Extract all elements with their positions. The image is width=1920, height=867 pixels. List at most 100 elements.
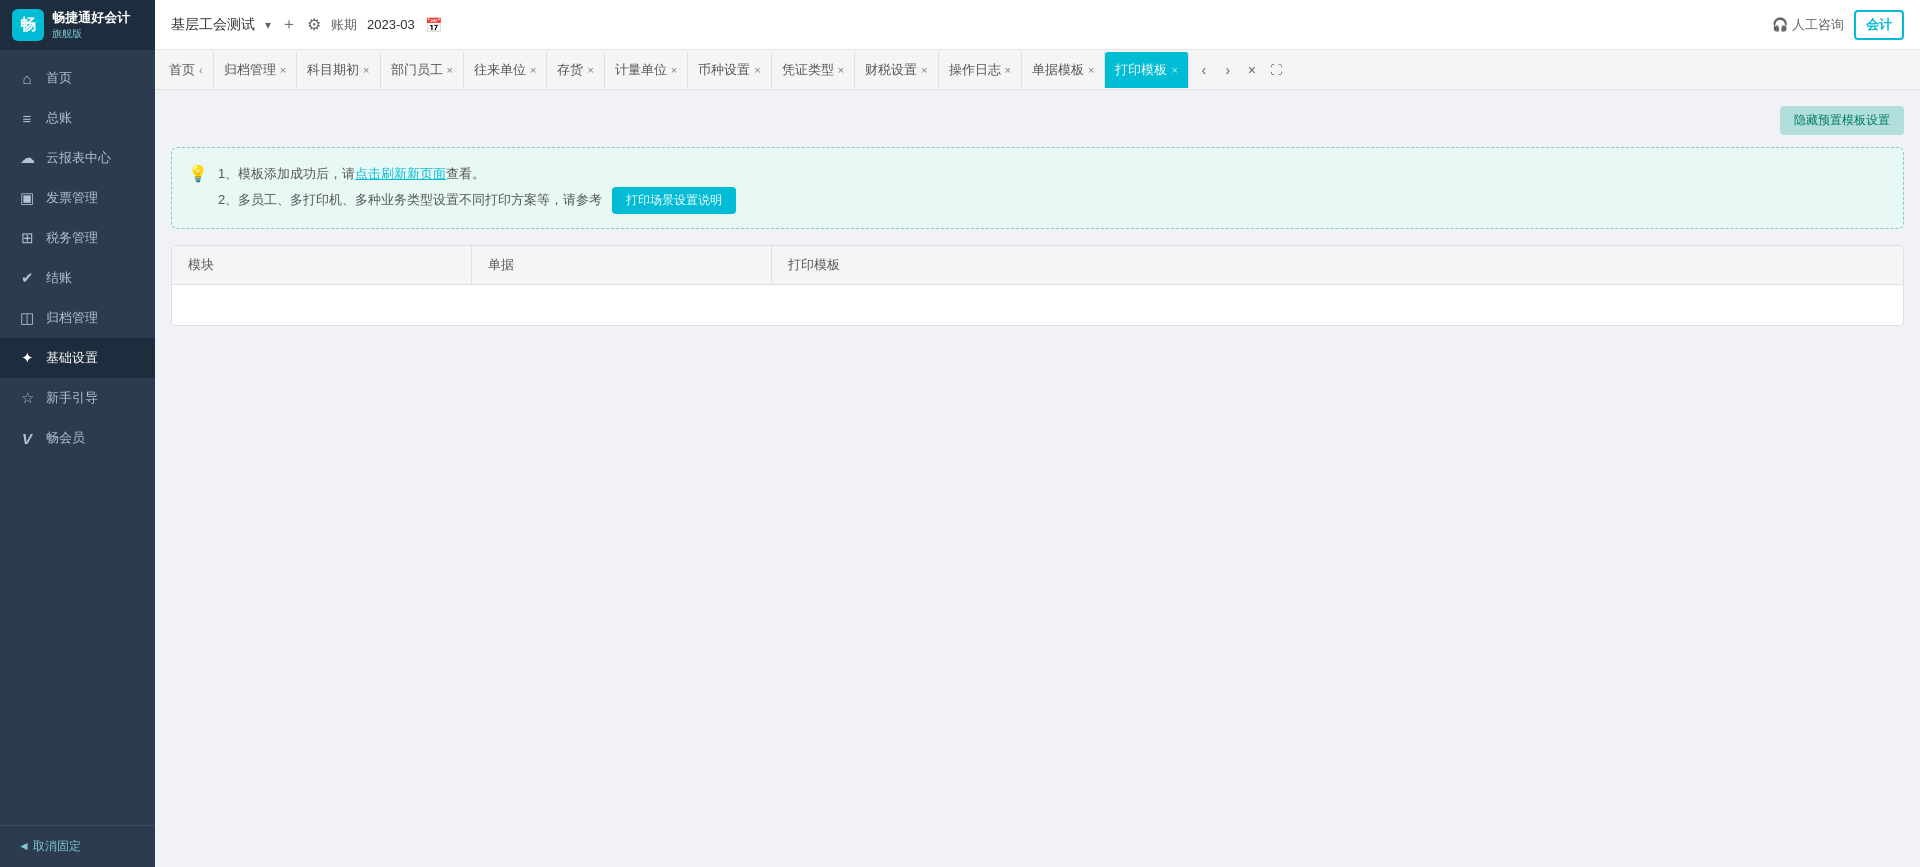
sidebar-item-label: 新手引导	[46, 389, 98, 407]
tab-currency-close[interactable]: ×	[754, 64, 760, 76]
sidebar-item-label: 归档管理	[46, 309, 98, 327]
checkout-icon: ✔	[18, 269, 36, 287]
th-document: 单据	[472, 246, 772, 284]
info-line1-link[interactable]: 点击刷新新页面	[355, 166, 446, 181]
cloud-icon: ☁	[18, 149, 36, 167]
sidebar-item-ledger[interactable]: ≡ 总账	[0, 98, 155, 138]
sidebar-item-reports[interactable]: ☁ 云报表中心	[0, 138, 155, 178]
print-scene-button[interactable]: 打印场景设置说明	[612, 187, 736, 214]
sidebar-item-label: 总账	[46, 109, 72, 127]
table-header: 模块 单据 打印模板	[172, 246, 1903, 285]
tab-finance-close[interactable]: ×	[921, 64, 927, 76]
sidebar-item-settings[interactable]: ✦ 基础设置	[0, 338, 155, 378]
tab-oplog[interactable]: 操作日志 ×	[939, 52, 1022, 88]
sidebar-item-label: 税务管理	[46, 229, 98, 247]
hide-preview-button[interactable]: 隐藏预置模板设置	[1780, 106, 1904, 135]
tab-home[interactable]: 首页 ‹	[159, 52, 214, 88]
logo-subtitle: 旗舰版	[52, 27, 130, 41]
tab-voucher[interactable]: 凭证类型 ×	[772, 52, 855, 88]
logo-text: 畅捷通好会计 旗舰版	[52, 9, 130, 41]
member-icon: V	[18, 430, 36, 447]
sidebar: 畅 畅捷通好会计 旗舰版 ⌂ 首页 ≡ 总账 ☁ 云报表中心 ▣ 发票管理 ⊞ …	[0, 0, 155, 867]
tab-dept[interactable]: 部门员工 ×	[381, 52, 464, 88]
guide-icon: ☆	[18, 389, 36, 407]
tab-label: 币种设置	[698, 61, 750, 79]
sidebar-item-checkout[interactable]: ✔ 结账	[0, 258, 155, 298]
home-icon: ⌂	[18, 70, 36, 87]
sidebar-item-label: 首页	[46, 69, 72, 87]
company-dropdown-icon[interactable]: ▾	[265, 18, 271, 32]
tab-archive-close[interactable]: ×	[280, 64, 286, 76]
tab-unit-close[interactable]: ×	[671, 64, 677, 76]
tab-currency[interactable]: 币种设置 ×	[688, 52, 771, 88]
tab-printtemplate-close[interactable]: ×	[1171, 64, 1177, 76]
info-line2: 2、多员工、多打印机、多种业务类型设置不同打印方案等，请参考 打印场景设置说明	[218, 187, 736, 214]
tab-unit[interactable]: 计量单位 ×	[605, 52, 688, 88]
invoice-icon: ▣	[18, 189, 36, 207]
tab-close-all-button[interactable]: ×	[1241, 52, 1263, 88]
sidebar-item-label: 发票管理	[46, 189, 98, 207]
tab-singledoc[interactable]: 单据模板 ×	[1022, 52, 1105, 88]
company-name: 基层工会测试	[171, 16, 255, 34]
topbar-right: 🎧 人工咨询 会计	[1772, 10, 1904, 40]
tab-next-button[interactable]: ›	[1217, 52, 1239, 88]
period-label: 账期	[331, 16, 357, 34]
kuaiji-button[interactable]: 会计	[1854, 10, 1904, 40]
ledger-icon: ≡	[18, 110, 36, 127]
sidebar-item-member[interactable]: V 畅会员	[0, 418, 155, 458]
add-tab-button[interactable]: ＋	[281, 14, 297, 35]
archive-icon: ◫	[18, 309, 36, 327]
sidebar-item-guide[interactable]: ☆ 新手引导	[0, 378, 155, 418]
tab-label: 单据模板	[1032, 61, 1084, 79]
tab-home-nav-icon: ‹	[199, 64, 203, 76]
tab-expand-button[interactable]: ⛶	[1265, 52, 1287, 88]
info-text-block: 1、模板添加成功后，请点击刷新新页面查看。 2、多员工、多打印机、多种业务类型设…	[218, 162, 736, 214]
tab-archive[interactable]: 归档管理 ×	[214, 52, 297, 88]
tab-label: 打印模板	[1115, 61, 1167, 79]
tab-finance[interactable]: 财税设置 ×	[855, 52, 938, 88]
tab-customer[interactable]: 往来单位 ×	[464, 52, 547, 88]
tab-dept-close[interactable]: ×	[447, 64, 453, 76]
logo-title: 畅捷通好会计	[52, 9, 130, 27]
tab-label: 科目期初	[307, 61, 359, 79]
period-value: 2023-03	[367, 17, 415, 32]
tab-label: 部门员工	[391, 61, 443, 79]
sidebar-unpin-button[interactable]: ◄ 取消固定	[0, 825, 155, 867]
info-line1: 1、模板添加成功后，请点击刷新新页面查看。	[218, 162, 736, 187]
main-area: 基层工会测试 ▾ ＋ ⚙ 账期 2023-03 📅 🎧 人工咨询 会计 首页 ‹…	[155, 0, 1920, 867]
logo-icon: 畅	[12, 9, 44, 41]
tab-oplog-close[interactable]: ×	[1005, 64, 1011, 76]
sidebar-item-label: 畅会员	[46, 429, 85, 447]
settings-gear-icon[interactable]: ⚙	[307, 15, 321, 34]
sidebar-item-label: 云报表中心	[46, 149, 111, 167]
th-template: 打印模板	[772, 246, 1903, 284]
tab-voucher-close[interactable]: ×	[838, 64, 844, 76]
tabbar: 首页 ‹ 归档管理 × 科目期初 × 部门员工 × 往来单位 × 存货 × 计量…	[155, 50, 1920, 90]
tab-label: 往来单位	[474, 61, 526, 79]
tab-prev-button[interactable]: ‹	[1193, 52, 1215, 88]
service-label: 人工咨询	[1792, 16, 1844, 34]
tab-stock[interactable]: 存货 ×	[547, 52, 604, 88]
print-template-table: 模块 单据 打印模板	[171, 245, 1904, 326]
calendar-icon[interactable]: 📅	[425, 17, 442, 33]
sidebar-item-label: 基础设置	[46, 349, 98, 367]
info-box: 💡 1、模板添加成功后，请点击刷新新页面查看。 2、多员工、多打印机、多种业务类…	[171, 147, 1904, 229]
tab-label: 计量单位	[615, 61, 667, 79]
sidebar-item-home[interactable]: ⌂ 首页	[0, 58, 155, 98]
sidebar-item-invoice[interactable]: ▣ 发票管理	[0, 178, 155, 218]
tab-subject[interactable]: 科目期初 ×	[297, 52, 380, 88]
tab-subject-close[interactable]: ×	[363, 64, 369, 76]
sidebar-item-archive[interactable]: ◫ 归档管理	[0, 298, 155, 338]
sidebar-item-tax[interactable]: ⊞ 税务管理	[0, 218, 155, 258]
tab-label: 归档管理	[224, 61, 276, 79]
table-body	[172, 285, 1903, 325]
tab-stock-close[interactable]: ×	[587, 64, 593, 76]
tab-label: 首页	[169, 61, 195, 79]
tab-singledoc-close[interactable]: ×	[1088, 64, 1094, 76]
tab-label: 凭证类型	[782, 61, 834, 79]
sidebar-item-label: 结账	[46, 269, 72, 287]
tab-customer-close[interactable]: ×	[530, 64, 536, 76]
tab-printtemplate[interactable]: 打印模板 ×	[1105, 52, 1188, 88]
bulb-icon: 💡	[188, 164, 208, 214]
service-button[interactable]: 🎧 人工咨询	[1772, 16, 1844, 34]
